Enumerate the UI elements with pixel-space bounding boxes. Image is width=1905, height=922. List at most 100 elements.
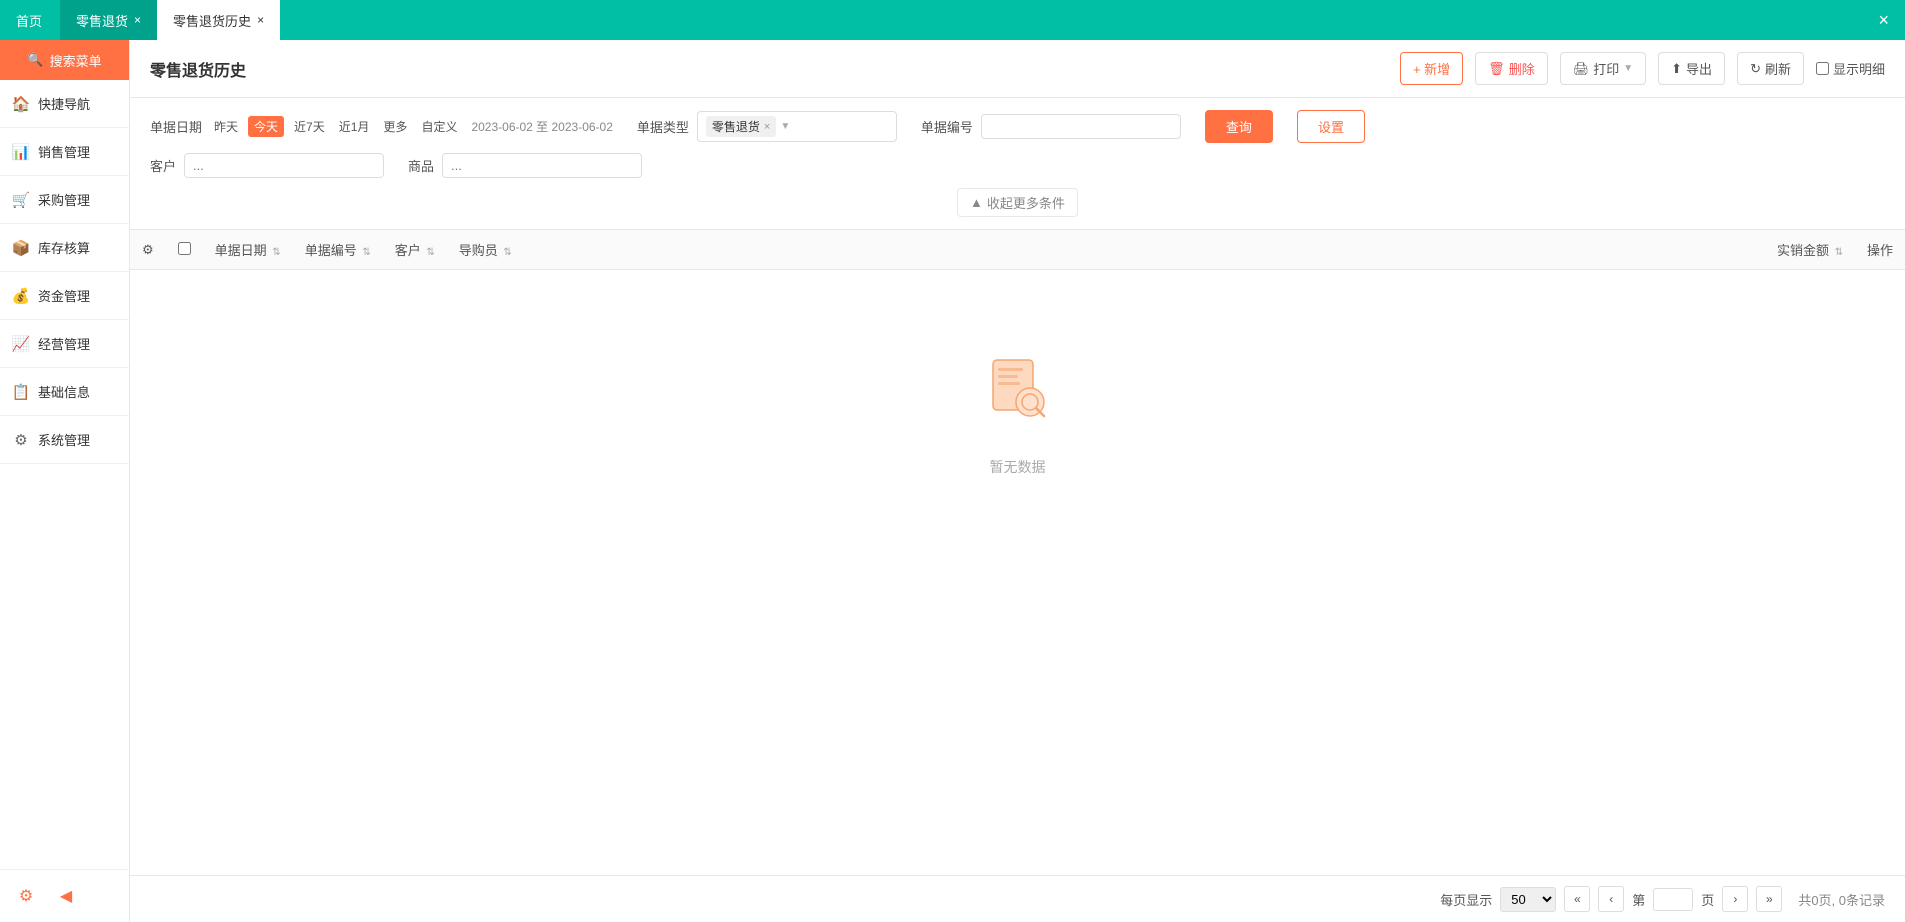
number-filter-label: 单据编号: [921, 117, 973, 136]
add-button[interactable]: + 新增: [1400, 52, 1463, 85]
date-btn-more[interactable]: 更多: [379, 116, 411, 137]
filter-row-1: 单据日期 昨天 今天 近7天 近1月 更多 自定义 2023-06-02 至 2…: [150, 110, 1885, 143]
table-area: ⚙ 单据日期 ⇅ 单据编号 ⇅: [130, 230, 1905, 922]
type-filter-select[interactable]: 零售退货 × ▼: [697, 111, 897, 142]
sidebar-item-basic-info[interactable]: 📋 基础信息: [0, 368, 129, 416]
th-spacer: [524, 230, 1765, 270]
th-customer-sort-icon[interactable]: ⇅: [426, 247, 434, 258]
th-settings: ⚙: [130, 230, 166, 270]
tab-retail-return-history-close[interactable]: ×: [257, 13, 264, 27]
sidebar-search-button[interactable]: 🔍 搜索菜单: [0, 40, 129, 80]
query-button[interactable]: 查询: [1205, 110, 1273, 143]
operations-icon: 📈: [12, 335, 30, 353]
collapse-button[interactable]: ▲ 收起更多条件: [957, 188, 1078, 217]
sidebar-item-sales[interactable]: 📊 销售管理: [0, 128, 129, 176]
date-btn-custom[interactable]: 自定义: [417, 116, 461, 137]
prev-page-button[interactable]: ‹: [1598, 886, 1624, 912]
goods-filter-input[interactable]: [442, 153, 642, 178]
tab-retail-return-close[interactable]: ×: [134, 13, 141, 27]
type-filter-label: 单据类型: [637, 117, 689, 136]
date-filter-buttons: 昨天 今天 近7天 近1月 更多 自定义 2023-06-02 至 2023-0…: [210, 116, 613, 137]
th-customer: 客户 ⇅: [383, 230, 447, 270]
finance-icon: 💰: [12, 287, 30, 305]
th-operation: 操作: [1855, 230, 1905, 270]
page-label-prefix: 第: [1632, 890, 1645, 909]
export-button-label: 导出: [1686, 59, 1712, 78]
customer-filter-input[interactable]: [184, 153, 384, 178]
pagination: 每页显示 10 20 50 100 « ‹ 第 1 页 › » 共0页, 0条记…: [130, 875, 1905, 922]
sidebar-item-inventory[interactable]: 📦 库存核算: [0, 224, 129, 272]
print-dropdown-arrow: ▼: [1623, 63, 1633, 74]
sidebar-search-label: 搜索菜单: [50, 51, 102, 70]
type-dropdown-arrow: ▼: [780, 121, 790, 132]
sidebar-collapse-button[interactable]: ◀: [50, 880, 82, 912]
header-actions: + 新增 🗑 删除 🖨 打印 ▼ ⬆ 导出 ↻ 刷新: [1400, 52, 1885, 85]
date-btn-7days[interactable]: 近7天: [290, 116, 329, 137]
th-guide-sort-icon[interactable]: ⇅: [503, 247, 511, 258]
delete-button-label: 删除: [1509, 59, 1535, 78]
sidebar-item-basic-info-label: 基础信息: [38, 382, 90, 401]
date-btn-today[interactable]: 今天: [248, 116, 284, 137]
tab-retail-return-history-label: 零售退货历史: [173, 11, 251, 30]
tab-retail-return-label: 零售退货: [76, 11, 128, 30]
th-date-sort-icon[interactable]: ⇅: [272, 247, 280, 258]
filter-area: 单据日期 昨天 今天 近7天 近1月 更多 自定义 2023-06-02 至 2…: [130, 98, 1905, 230]
last-page-button[interactable]: »: [1756, 886, 1782, 912]
page-number-input[interactable]: 1: [1653, 888, 1693, 911]
page-title: 零售退货历史: [150, 57, 246, 81]
page-size-select[interactable]: 10 20 50 100: [1500, 887, 1556, 912]
collapse-up-icon: ▲: [970, 195, 983, 210]
empty-icon: [978, 350, 1058, 445]
type-tag-close[interactable]: ×: [764, 121, 770, 133]
delete-button[interactable]: 🗑 删除: [1475, 52, 1548, 85]
tab-home-label: 首页: [16, 11, 42, 30]
purchase-icon: 🛒: [12, 191, 30, 209]
date-btn-yesterday[interactable]: 昨天: [210, 116, 242, 137]
sidebar-item-operations[interactable]: 📈 经营管理: [0, 320, 129, 368]
number-filter-item: 单据编号: [921, 114, 1181, 139]
inventory-icon: 📦: [12, 239, 30, 257]
export-icon: ⬆: [1671, 61, 1682, 77]
delete-icon: 🗑: [1488, 61, 1505, 77]
type-tag: 零售退货 ×: [706, 116, 776, 137]
sidebar-gear-button[interactable]: ⚙: [10, 880, 42, 912]
settings-button[interactable]: 设置: [1297, 110, 1365, 143]
sidebar-bottom: ⚙ ◀: [0, 869, 129, 922]
customer-filter-item: 客户: [150, 153, 384, 178]
th-amount-sort-icon[interactable]: ⇅: [1835, 247, 1843, 258]
sidebar-item-purchase-label: 采购管理: [38, 190, 90, 209]
sidebar-item-purchase[interactable]: 🛒 采购管理: [0, 176, 129, 224]
show-detail-checkbox[interactable]: [1816, 62, 1829, 75]
sidebar-item-inventory-label: 库存核算: [38, 238, 90, 257]
th-checkbox: [166, 230, 203, 270]
sidebar-item-finance[interactable]: 💰 资金管理: [0, 272, 129, 320]
number-filter-input[interactable]: [981, 114, 1181, 139]
sidebar-item-quick-nav[interactable]: 🏠 快捷导航: [0, 80, 129, 128]
tab-list: 首页 零售退货 × 零售退货历史 ×: [0, 0, 1878, 40]
tab-retail-return[interactable]: 零售退货 ×: [60, 0, 157, 40]
add-button-label: + 新增: [1413, 59, 1450, 78]
next-page-button[interactable]: ›: [1722, 886, 1748, 912]
refresh-button[interactable]: ↻ 刷新: [1737, 52, 1804, 85]
first-page-button[interactable]: «: [1564, 886, 1590, 912]
th-number: 单据编号 ⇅: [293, 230, 383, 270]
show-detail-checkbox-label[interactable]: 显示明细: [1816, 59, 1885, 78]
refresh-button-label: 刷新: [1765, 59, 1791, 78]
tab-retail-return-history[interactable]: 零售退货历史 ×: [157, 0, 280, 40]
window-close-button[interactable]: ×: [1878, 10, 1889, 31]
date-btn-1month[interactable]: 近1月: [335, 116, 374, 137]
print-button[interactable]: 🖨 打印 ▼: [1560, 52, 1646, 85]
home-icon: 🏠: [12, 95, 30, 113]
th-number-sort-icon[interactable]: ⇅: [362, 247, 370, 258]
print-icon: 🖨: [1573, 61, 1590, 77]
export-button[interactable]: ⬆ 导出: [1658, 52, 1725, 85]
table-header-row: ⚙ 单据日期 ⇅ 单据编号 ⇅: [130, 230, 1905, 270]
sidebar-item-system[interactable]: ⚙ 系统管理: [0, 416, 129, 464]
filter-row-2: 客户 商品: [150, 153, 1885, 178]
tab-home[interactable]: 首页: [0, 0, 58, 40]
th-date-label: 单据日期: [215, 243, 267, 258]
table-settings-icon[interactable]: ⚙: [142, 242, 154, 257]
page-label-suffix: 页: [1701, 890, 1714, 909]
sales-icon: 📊: [12, 143, 30, 161]
table-select-all-checkbox[interactable]: [178, 242, 191, 255]
